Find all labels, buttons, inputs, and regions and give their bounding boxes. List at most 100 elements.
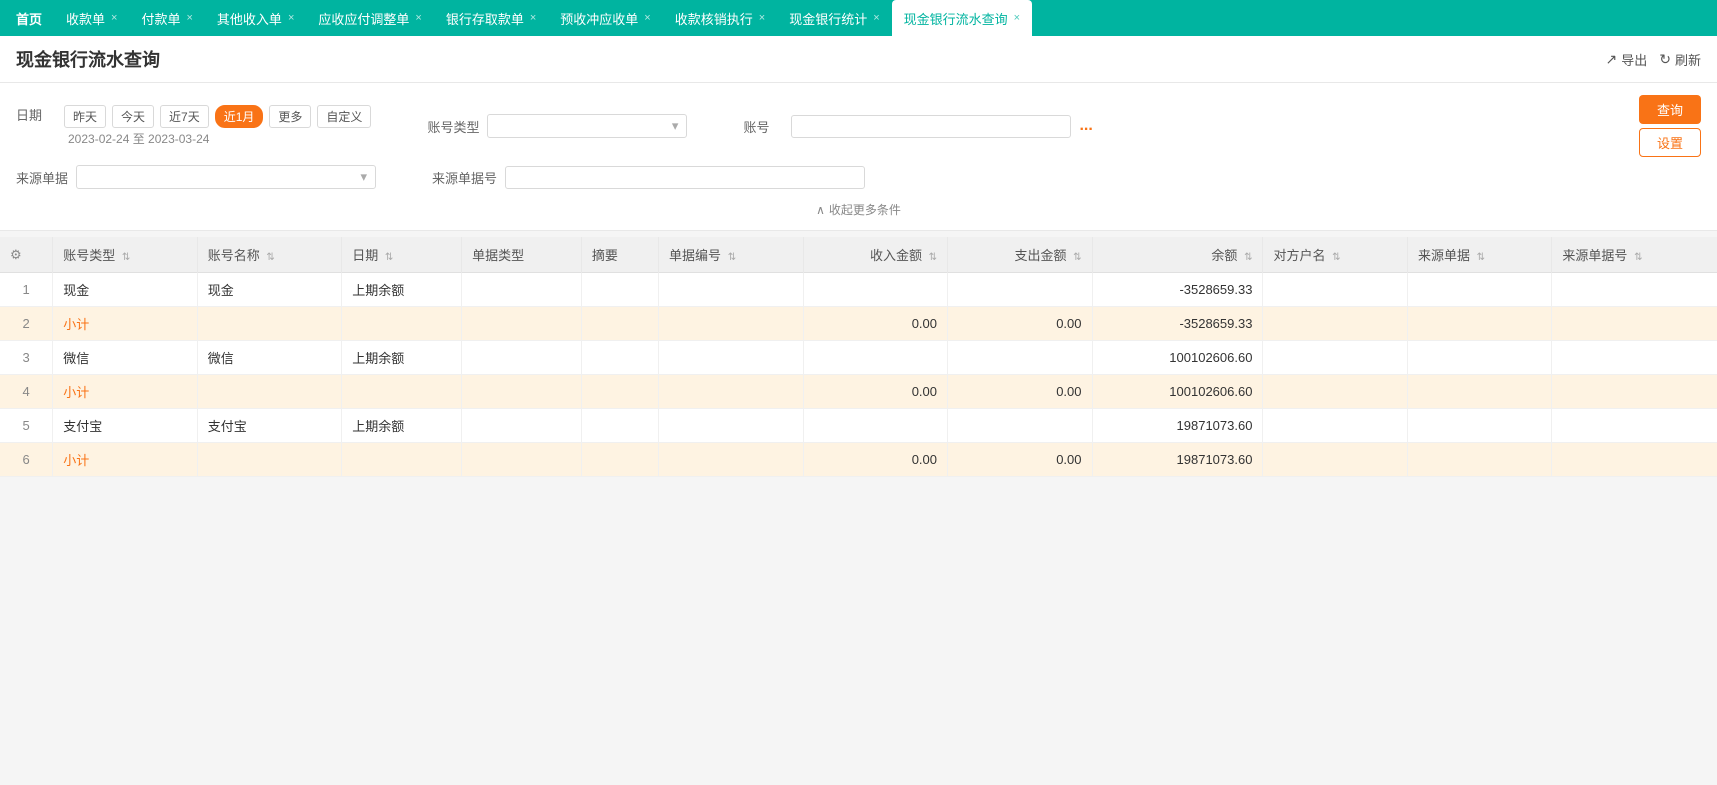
refresh-icon: ↻: [1659, 51, 1671, 68]
col-account-name[interactable]: 账号名称 ⇅: [197, 237, 341, 273]
action-buttons: 查询 设置: [1639, 95, 1701, 157]
date-btn-1month[interactable]: 近1月: [215, 105, 264, 128]
table-row[interactable]: 6 小计 0.00 0.00 19871073.60: [0, 443, 1717, 477]
cell-date: [342, 375, 462, 409]
cell-source-doc: [1407, 307, 1551, 341]
sort-source-doc-icon: ⇅: [1477, 252, 1485, 263]
table-row[interactable]: 3 微信 微信 上期余额 100102606.60: [0, 341, 1717, 375]
date-btn-custom[interactable]: 自定义: [317, 105, 371, 128]
date-btn-7days[interactable]: 近7天: [160, 105, 209, 128]
col-source-doc[interactable]: 来源单据 ⇅: [1407, 237, 1551, 273]
cell-doc-no: [659, 409, 803, 443]
col-counterparty[interactable]: 对方户名 ⇅: [1263, 237, 1407, 273]
nav-item-payments[interactable]: 付款单 ×: [129, 0, 204, 36]
close-other-income-icon[interactable]: ×: [288, 12, 294, 24]
refresh-button[interactable]: ↻ 刷新: [1659, 50, 1701, 69]
cell-account-type: 现金: [53, 273, 197, 307]
query-button[interactable]: 查询: [1639, 95, 1701, 124]
cell-doc-no: [659, 341, 803, 375]
collapse-bar[interactable]: ∧ 收起更多条件: [16, 197, 1701, 222]
cell-date: [342, 307, 462, 341]
cell-counterparty: [1263, 341, 1407, 375]
table-row[interactable]: 1 现金 现金 上期余额 -3528659.33: [0, 273, 1717, 307]
close-payments-icon[interactable]: ×: [186, 12, 192, 24]
col-summary[interactable]: 摘要: [581, 237, 658, 273]
col-account-type[interactable]: 账号类型 ⇅: [53, 237, 197, 273]
table-row[interactable]: 4 小计 0.00 0.00 100102606.60: [0, 375, 1717, 409]
col-gear[interactable]: ⚙: [0, 237, 53, 273]
nav-item-bank-flow[interactable]: 现金银行流水查询 ×: [892, 0, 1032, 36]
cell-account-name: [197, 443, 341, 477]
account-dots-button[interactable]: ...: [1079, 117, 1092, 135]
cell-counterparty: [1263, 273, 1407, 307]
cell-source-doc-no: [1552, 273, 1717, 307]
nav-other-income-label: 其他收入单: [217, 9, 282, 28]
data-table: ⚙ 账号类型 ⇅ 账号名称 ⇅ 日期 ⇅ 单据类型 摘要: [0, 237, 1717, 477]
cell-income: [803, 409, 947, 443]
col-date[interactable]: 日期 ⇅: [342, 237, 462, 273]
nav-item-home[interactable]: 首页: [4, 0, 54, 36]
cell-source-doc: [1407, 443, 1551, 477]
cell-source-doc: [1407, 375, 1551, 409]
close-bank-stats-icon[interactable]: ×: [873, 12, 879, 24]
cell-row-num: 6: [0, 443, 53, 477]
account-type-select[interactable]: ▾: [487, 114, 687, 138]
cell-counterparty: [1263, 307, 1407, 341]
source-doc-no-input[interactable]: [505, 166, 865, 189]
date-range-text: 2023-02-24 至 2023-03-24: [68, 130, 371, 147]
cell-income: [803, 341, 947, 375]
source-doc-filter: 来源单据 ▾: [16, 165, 376, 189]
cell-summary: [581, 307, 658, 341]
date-btn-more[interactable]: 更多: [269, 105, 311, 128]
cell-balance: -3528659.33: [1092, 307, 1263, 341]
cell-account-type: 小计: [53, 307, 197, 341]
cell-doc-type: [462, 375, 582, 409]
sort-expense-icon: ⇅: [1073, 252, 1081, 263]
cell-expense: [948, 409, 1092, 443]
close-bank-flow-icon[interactable]: ×: [1014, 12, 1020, 24]
cell-account-name: [197, 307, 341, 341]
cell-account-name: 现金: [197, 273, 341, 307]
nav-item-bank-stats[interactable]: 现金银行统计 ×: [777, 0, 891, 36]
nav-bank-deposit-label: 银行存取款单: [446, 9, 524, 28]
table-row[interactable]: 2 小计 0.00 0.00 -3528659.33: [0, 307, 1717, 341]
date-btn-today[interactable]: 今天: [112, 105, 154, 128]
nav-item-write-off[interactable]: 收款核销执行 ×: [663, 0, 777, 36]
close-payable-adjust-icon[interactable]: ×: [415, 12, 421, 24]
gear-icon[interactable]: ⚙: [10, 247, 22, 262]
nav-item-pre-receive[interactable]: 预收冲应收单 ×: [548, 0, 662, 36]
close-pre-receive-icon[interactable]: ×: [644, 12, 650, 24]
col-income[interactable]: 收入金额 ⇅: [803, 237, 947, 273]
close-receipts-icon[interactable]: ×: [111, 12, 117, 24]
account-input-group: ...: [791, 115, 1092, 138]
cell-source-doc: [1407, 341, 1551, 375]
cell-doc-type: [462, 409, 582, 443]
nav-item-receipts[interactable]: 收款单 ×: [54, 0, 129, 36]
col-source-doc-no[interactable]: 来源单据号 ⇅: [1552, 237, 1717, 273]
export-button[interactable]: ↗ 导出: [1606, 50, 1648, 69]
cell-doc-no: [659, 375, 803, 409]
col-expense[interactable]: 支出金额 ⇅: [948, 237, 1092, 273]
nav-payments-label: 付款单: [141, 9, 180, 28]
account-input[interactable]: [791, 115, 1071, 138]
sort-counterparty-icon: ⇅: [1332, 252, 1340, 263]
nav-item-other-income[interactable]: 其他收入单 ×: [205, 0, 306, 36]
table-row[interactable]: 5 支付宝 支付宝 上期余额 19871073.60: [0, 409, 1717, 443]
col-doc-type[interactable]: 单据类型: [462, 237, 582, 273]
top-navigation: 首页 收款单 × 付款单 × 其他收入单 × 应收应付调整单 × 银行存取款单 …: [0, 0, 1717, 36]
cell-doc-type: [462, 273, 582, 307]
nav-item-payable-adjust[interactable]: 应收应付调整单 ×: [306, 0, 433, 36]
date-btn-yesterday[interactable]: 昨天: [64, 105, 106, 128]
settings-button[interactable]: 设置: [1639, 128, 1701, 157]
cell-summary: [581, 273, 658, 307]
close-write-off-icon[interactable]: ×: [759, 12, 765, 24]
col-doc-no[interactable]: 单据编号 ⇅: [659, 237, 803, 273]
cell-source-doc-no: [1552, 307, 1717, 341]
account-type-chevron-icon: ▾: [672, 118, 679, 134]
close-bank-deposit-icon[interactable]: ×: [530, 12, 536, 24]
nav-item-bank-deposit[interactable]: 银行存取款单 ×: [434, 0, 548, 36]
col-balance[interactable]: 余额 ⇅: [1092, 237, 1263, 273]
source-doc-select[interactable]: ▾: [76, 165, 376, 189]
nav-payable-adjust-label: 应收应付调整单: [318, 9, 409, 28]
cell-income: 0.00: [803, 443, 947, 477]
